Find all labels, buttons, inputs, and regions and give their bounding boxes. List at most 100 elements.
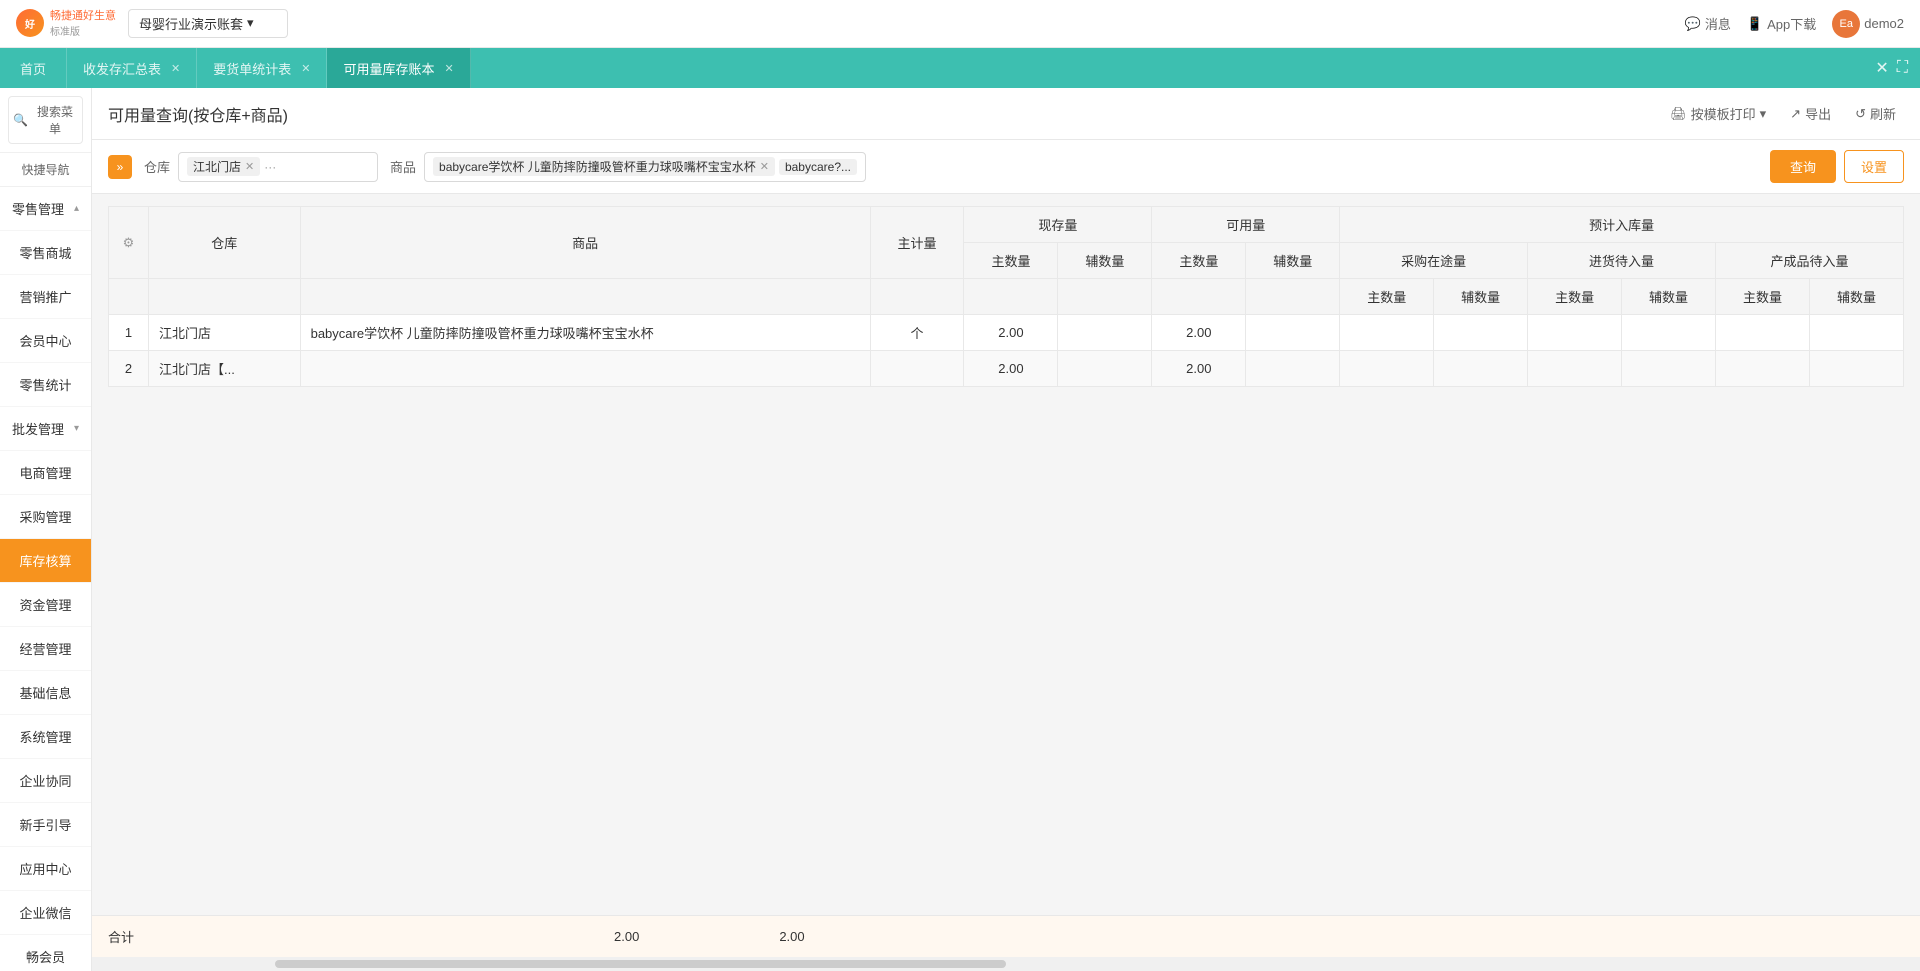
sidebar-item-app-center[interactable]: 应用中心 xyxy=(0,847,91,891)
tab-orders-close[interactable]: ✕ xyxy=(301,62,310,75)
sidebar-item-retail-mall[interactable]: 零售商城 xyxy=(0,231,91,275)
chevron-down-icon: ▾ xyxy=(74,423,79,434)
tab-close-all-button[interactable]: ✕ xyxy=(1875,58,1888,78)
row1-available-main: 2.00 xyxy=(1152,351,1246,387)
industry-label: 母婴行业演示账套 xyxy=(139,14,243,33)
filter-expand-button[interactable]: » xyxy=(108,155,132,179)
sidebar-item-inventory[interactable]: 库存核算 xyxy=(0,539,91,583)
sidebar-item-operations[interactable]: 经营管理 xyxy=(0,627,91,671)
col-production-group: 产成品待入量 xyxy=(1715,243,1903,279)
refresh-icon: ↺ xyxy=(1855,106,1866,122)
refresh-button[interactable]: ↺ 刷新 xyxy=(1847,100,1904,127)
logo-area: 好 畅捷通好生意 标准版 xyxy=(16,9,116,38)
main-layout: 🔍 搜索菜单 快捷导航 零售管理 ▴ 零售商城 营销推广 会员中心 零售统计 批… xyxy=(0,88,1920,971)
column-settings-icon[interactable]: ⚙ xyxy=(123,235,135,250)
sidebar-item-label: 库存核算 xyxy=(19,551,71,570)
setting-button[interactable]: 设置 xyxy=(1844,150,1904,183)
tab-orders[interactable]: 要货单统计表 ✕ xyxy=(197,48,327,88)
filter-actions: 查询 设置 xyxy=(1770,150,1904,183)
product-tag-container[interactable]: babycare学饮杯 儿童防摔防撞吸管杯重力球吸嘴杯宝宝水杯 ✕ babyca… xyxy=(424,152,866,182)
sidebar-item-basic-info[interactable]: 基础信息 xyxy=(0,671,91,715)
message-button[interactable]: 💬 消息 xyxy=(1685,14,1731,33)
top-bar-right: 💬 消息 📱 App下载 Ea demo2 xyxy=(1685,10,1904,38)
sidebar-item-member[interactable]: 会员中心 xyxy=(0,319,91,363)
sidebar-search-area: 🔍 搜索菜单 xyxy=(0,88,91,153)
col-forecast-group: 预计入库量 xyxy=(1340,207,1904,243)
industry-selector[interactable]: 母婴行业演示账套 ▾ xyxy=(128,9,288,38)
sidebar-nav-label: 快捷导航 xyxy=(21,163,69,177)
col-settings: ⚙ xyxy=(109,207,149,279)
export-label: 导出 xyxy=(1805,104,1831,123)
product-filter: 商品 babycare学饮杯 儿童防摔防撞吸管杯重力球吸嘴杯宝宝水杯 ✕ bab… xyxy=(390,152,866,182)
sidebar-item-wholesale-mgmt[interactable]: 批发管理 ▾ xyxy=(0,407,91,451)
sidebar-item-label: 资金管理 xyxy=(19,595,71,614)
sidebar-item-finance[interactable]: 资金管理 xyxy=(0,583,91,627)
table-container: ⚙ 仓库 商品 主计量 现存量 可用量 预计入库量 主数量 辅数量 主数量 辅数… xyxy=(92,194,1920,915)
sidebar-item-label: 经营管理 xyxy=(19,639,71,658)
sidebar-nav-button[interactable]: 快捷导航 xyxy=(0,153,91,187)
sidebar-item-label: 畅会员 xyxy=(26,947,65,966)
table-row: 2 江北门店【... 2.00 2.00 xyxy=(109,351,1904,387)
tab-receipts-label: 收发存汇总表 xyxy=(83,59,161,78)
sidebar-item-label: 企业协同 xyxy=(19,771,71,790)
summary-available-main: 2.00 xyxy=(779,929,804,944)
tab-bar-actions: ✕ ⛶ xyxy=(1863,58,1920,78)
warehouse-filter-label: 仓库 xyxy=(144,157,170,176)
search-icon: 🔍 xyxy=(13,113,28,127)
print-button[interactable]: 🖨 按模板打印 ▾ xyxy=(1662,100,1774,127)
product-tag-0: babycare学饮杯 儿童防摔防撞吸管杯重力球吸嘴杯宝宝水杯 ✕ xyxy=(433,157,775,176)
col-unit: 主计量 xyxy=(870,207,964,279)
app-download-button[interactable]: 📱 App下载 xyxy=(1747,14,1816,33)
row0-available-aux xyxy=(1246,315,1340,351)
sidebar-item-retail-mgmt[interactable]: 零售管理 ▴ xyxy=(0,187,91,231)
tab-home[interactable]: 首页 xyxy=(0,48,67,88)
table-row: 1 江北门店 babycare学饮杯 儿童防摔防撞吸管杯重力球吸嘴杯宝宝水杯 个… xyxy=(109,315,1904,351)
page-actions: 🖨 按模板打印 ▾ ↗ 导出 ↺ 刷新 xyxy=(1662,100,1904,127)
sidebar-item-cooperation[interactable]: 企业协同 xyxy=(0,759,91,803)
sidebar-item-vip[interactable]: 畅会员 xyxy=(0,935,91,971)
sidebar-item-purchase[interactable]: 采购管理 xyxy=(0,495,91,539)
sidebar-item-system[interactable]: 系统管理 xyxy=(0,715,91,759)
chevron-down-icon: ▾ xyxy=(1760,106,1767,122)
sidebar-item-marketing[interactable]: 营销推广 xyxy=(0,275,91,319)
tab-orders-label: 要货单统计表 xyxy=(213,59,291,78)
sidebar-item-retail-stats[interactable]: 零售统计 xyxy=(0,363,91,407)
horizontal-scrollbar[interactable] xyxy=(92,957,1920,971)
row0-current-aux xyxy=(1058,315,1152,351)
sidebar-item-ecommerce[interactable]: 电商管理 xyxy=(0,451,91,495)
chevron-down-icon: ▴ xyxy=(74,203,79,214)
logo-text: 畅捷通好生意 xyxy=(50,9,116,23)
col-current-main: 主数量 xyxy=(964,243,1058,279)
sidebar: 🔍 搜索菜单 快捷导航 零售管理 ▴ 零售商城 营销推广 会员中心 零售统计 批… xyxy=(0,88,92,971)
product-tag-close-0[interactable]: ✕ xyxy=(760,160,769,173)
tab-receipts[interactable]: 收发存汇总表 ✕ xyxy=(67,48,197,88)
col-incoming-main: 主数量 xyxy=(1528,279,1622,315)
col-available-aux: 辅数量 xyxy=(1246,243,1340,279)
col-production-aux: 辅数量 xyxy=(1809,279,1903,315)
sidebar-item-label: 系统管理 xyxy=(19,727,71,746)
tab-available[interactable]: 可用量库存账本 ✕ xyxy=(327,48,470,88)
export-button[interactable]: ↗ 导出 xyxy=(1782,100,1839,127)
tab-receipts-close[interactable]: ✕ xyxy=(171,62,180,75)
product-tag-text-0: babycare学饮杯 儿童防摔防撞吸管杯重力球吸嘴杯宝宝水杯 xyxy=(439,158,756,175)
sidebar-item-wechat[interactable]: 企业微信 xyxy=(0,891,91,935)
sidebar-search-button[interactable]: 🔍 搜索菜单 xyxy=(8,96,83,144)
row0-product: babycare学饮杯 儿童防摔防撞吸管杯重力球吸嘴杯宝宝水杯 xyxy=(300,315,870,351)
col-available-main: 主数量 xyxy=(1152,243,1246,279)
sidebar-item-label: 零售管理 xyxy=(12,199,64,218)
avatar: Ea xyxy=(1832,10,1860,38)
tab-maximize-button[interactable]: ⛶ xyxy=(1897,59,1908,77)
warehouse-tag-close[interactable]: ✕ xyxy=(245,160,254,173)
product-tag-text-1: babycare?... xyxy=(785,160,851,174)
scrollbar-thumb[interactable] xyxy=(275,960,1006,968)
query-button[interactable]: 查询 xyxy=(1770,150,1836,183)
warehouse-tag-container[interactable]: 江北门店 ✕ ··· xyxy=(178,152,378,182)
sidebar-item-guide[interactable]: 新手引导 xyxy=(0,803,91,847)
user-profile[interactable]: Ea demo2 xyxy=(1832,10,1904,38)
print-icon: 🖨 xyxy=(1670,106,1687,122)
app-download-label: App下载 xyxy=(1767,14,1816,33)
user-name: demo2 xyxy=(1864,16,1904,31)
chevron-right-icon: » xyxy=(117,160,124,174)
content-area: 可用量查询(按仓库+商品) 🖨 按模板打印 ▾ ↗ 导出 ↺ 刷新 xyxy=(92,88,1920,971)
tab-available-close[interactable]: ✕ xyxy=(445,62,454,75)
